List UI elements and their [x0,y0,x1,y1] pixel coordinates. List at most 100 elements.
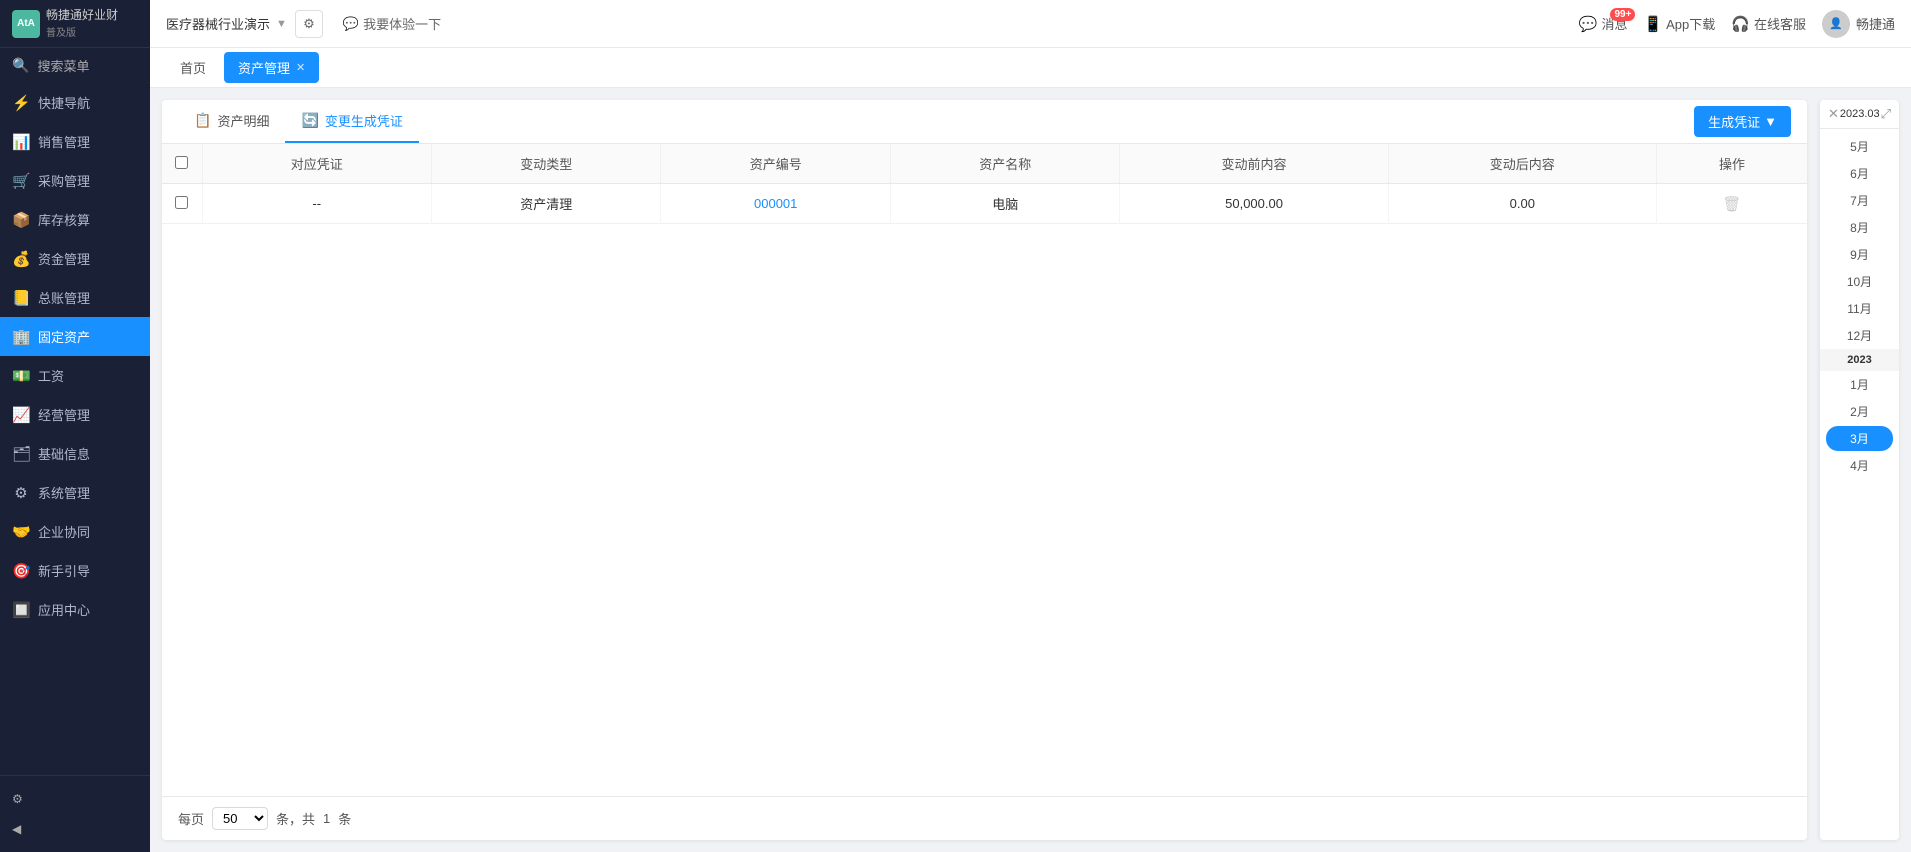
date-item-1[interactable]: 1月 [1820,371,1899,398]
main-area: 医疗器械行业演示 ▼ ⚙ 💬 我要体验一下 💬 消息 99+ 📱 App下载 🎧… [150,0,1911,852]
date-item-4-current[interactable]: 4月 [1820,452,1899,479]
sidebar-item-label: 资金管理 [38,249,90,268]
date-item-10[interactable]: 10月 [1820,268,1899,295]
page-size-prefix: 每页 [178,809,204,828]
sidebar-item-basic-info[interactable]: 🗂 基础信息 [0,434,150,473]
row-before-change: 50,000.00 [1120,184,1388,224]
purchase-icon: 🛒 [12,172,30,190]
header-operation: 操作 [1656,144,1807,184]
header-change-type: 变动类型 [431,144,660,184]
company-selector[interactable]: 医疗器械行业演示 ▼ [166,14,287,33]
sidebar-item-inventory[interactable]: 📦 库存核算 [0,200,150,239]
table-header-row: 对应凭证 变动类型 资产编号 资产名称 变动前内容 变动后内容 操作 [162,144,1807,184]
header-voucher: 对应凭证 [202,144,431,184]
asset-detail-icon: 📋 [194,112,211,129]
customer-service-btn[interactable]: 🎧 在线客服 [1731,14,1806,33]
sidebar-item-label: 应用中心 [38,600,90,619]
row-checkbox[interactable] [175,196,188,209]
feedback-icon: 💬 [343,16,359,32]
header-settings-btn[interactable]: ⚙ [295,10,323,38]
header-right: 💬 消息 99+ 📱 App下载 🎧 在线客服 👤 畅捷通 [1579,10,1895,38]
sidebar-settings[interactable]: ⚙ [0,784,150,814]
sidebar-item-label: 经营管理 [38,405,90,424]
sidebar-item-label: 总账管理 [38,288,90,307]
total-suffix: 条 [338,809,351,828]
inventory-icon: 📦 [12,211,30,229]
app-download-icon: 📱 [1643,15,1662,33]
date-item-11[interactable]: 11月 [1820,295,1899,322]
total-prefix: 条，共 [276,809,315,828]
sub-tabs-bar: 📋 资产明细 🔄 变更生成凭证 生成凭证 ▼ [162,100,1807,144]
date-list: 5月 6月 7月 8月 9月 10月 11月 12月 2023 1月 2月 3月… [1820,129,1899,840]
content-area: 📋 资产明细 🔄 变更生成凭证 生成凭证 ▼ [150,88,1911,852]
sub-tab-asset-detail-label: 资产明细 [217,111,269,130]
date-item-6[interactable]: 6月 [1820,160,1899,187]
row-asset-no: 000001 [661,184,890,224]
sidebar-item-system[interactable]: ⚙ 系统管理 [0,473,150,512]
user-info[interactable]: 👤 畅捷通 [1822,10,1895,38]
sidebar-item-payroll[interactable]: 💵 工资 [0,356,150,395]
total-count: 1 [323,811,330,826]
sidebar-collapse[interactable]: ◀ [0,814,150,844]
tab-close-icon[interactable]: ✕ [296,61,305,74]
date-item-3[interactable]: 3月 [1826,426,1893,451]
message-btn[interactable]: 💬 消息 99+ [1579,14,1628,33]
header-asset-name: 资产名称 [890,144,1119,184]
sidebar-item-app-center[interactable]: 🔲 应用中心 [0,590,150,629]
page-size-select[interactable]: 10 20 50 100 [212,807,268,830]
sidebar-item-label: 企业协同 [38,522,90,541]
funds-icon: 💰 [12,250,30,268]
headset-icon: 🎧 [1731,15,1750,33]
tab-asset-mgmt[interactable]: 资产管理 ✕ [224,52,319,83]
pagination-bar: 每页 10 20 50 100 条，共 1 条 [162,796,1807,840]
logo-icon: AtA [12,10,40,38]
year-divider-2023: 2023 [1820,349,1899,371]
date-panel-close-icon[interactable]: ✕ [1828,106,1839,122]
header-asset-no: 资产编号 [661,144,890,184]
tab-home[interactable]: 首页 [166,52,220,83]
delete-icon[interactable]: 🗑 [1722,196,1741,213]
logo-text: 畅捷通好业财 [46,8,118,24]
date-item-5[interactable]: 5月 [1820,133,1899,160]
date-item-2[interactable]: 2月 [1820,398,1899,425]
user-name: 畅捷通 [1856,14,1895,33]
sub-tab-asset-detail[interactable]: 📋 资产明细 [178,100,285,143]
sidebar-item-fixed-assets[interactable]: 🏢 固定资产 [0,317,150,356]
sidebar-item-label: 固定资产 [38,327,90,346]
select-all-checkbox[interactable] [175,156,188,169]
sidebar-item-ledger[interactable]: 📒 总账管理 [0,278,150,317]
customer-service-label: 在线客服 [1754,14,1806,33]
tab-asset-mgmt-label: 资产管理 [238,58,290,77]
search-label: 搜索菜单 [37,56,89,75]
enterprise-icon: 🤝 [12,523,30,541]
feedback-btn[interactable]: 💬 我要体验一下 [343,14,441,33]
sidebar-search[interactable]: 🔍 搜索菜单 [0,48,150,83]
collapse-icon: ◀ [12,822,21,836]
sidebar-item-funds[interactable]: 💰 资金管理 [0,239,150,278]
guide-icon: 🎯 [12,562,30,580]
date-item-9[interactable]: 9月 [1820,241,1899,268]
table-container: 对应凭证 变动类型 资产编号 资产名称 变动前内容 变动后内容 操作 [162,144,1807,796]
date-item-12[interactable]: 12月 [1820,322,1899,349]
chevron-down-icon: ▼ [276,18,287,30]
sidebar-item-sales[interactable]: 📊 销售管理 [0,122,150,161]
sidebar-item-enterprise[interactable]: 🤝 企业协同 [0,512,150,551]
sub-tab-change-voucher[interactable]: 🔄 变更生成凭证 [285,100,418,143]
date-item-8[interactable]: 8月 [1820,214,1899,241]
sub-tab-change-voucher-label: 变更生成凭证 [325,111,403,130]
generate-voucher-btn[interactable]: 生成凭证 ▼ [1694,106,1791,137]
sidebar-item-guide[interactable]: 🎯 新手引导 [0,551,150,590]
sidebar-item-label: 工资 [38,366,64,385]
header-after-change: 变动后内容 [1388,144,1656,184]
sidebar-item-operations[interactable]: 📈 经营管理 [0,395,150,434]
table-row: -- 资产清理 000001 电脑 50,000.00 0.00 🗑 [162,184,1807,224]
date-item-7[interactable]: 7月 [1820,187,1899,214]
app-download-btn[interactable]: 📱 App下载 [1643,14,1715,33]
date-panel-header: ✕ 2023.03 ⤢ [1820,100,1899,129]
quick-nav-icon: ⚡ [12,94,30,112]
date-panel-expand-icon[interactable]: ⤢ [1881,106,1891,122]
sidebar-item-quick-nav[interactable]: ⚡ 快捷导航 [0,83,150,122]
sidebar-item-purchase[interactable]: 🛒 采购管理 [0,161,150,200]
search-icon: 🔍 [12,57,29,74]
sidebar-item-label: 新手引导 [38,561,90,580]
